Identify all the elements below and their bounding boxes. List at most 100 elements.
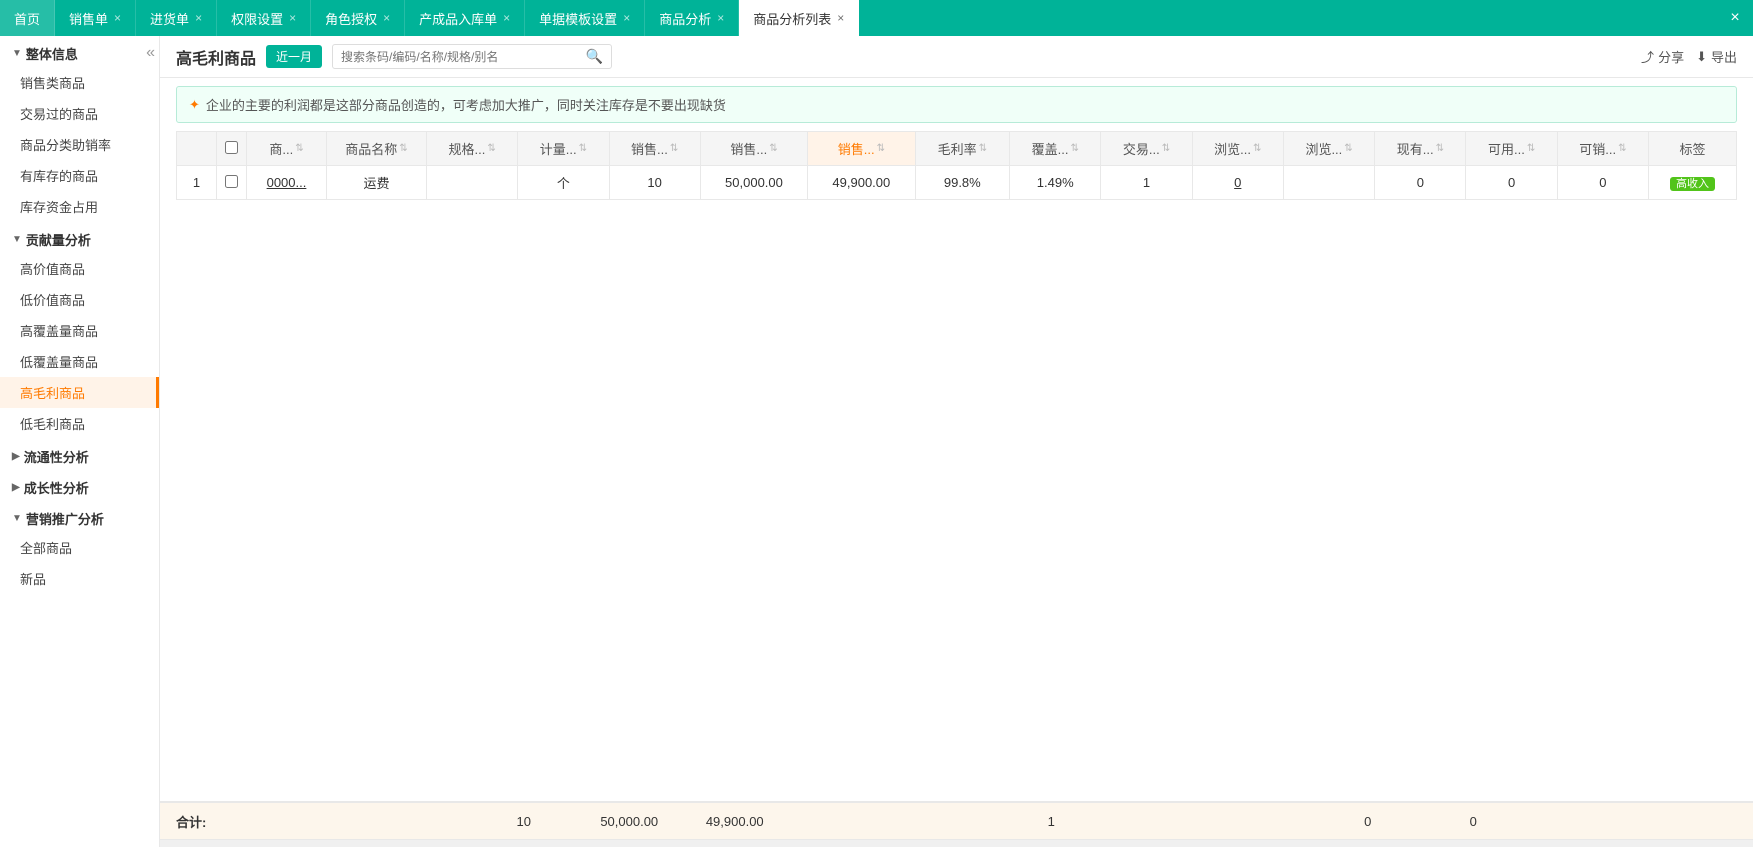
- footer-sales3: 49,900.00: [682, 814, 788, 829]
- sidebar-item-all-goods[interactable]: 全部商品: [0, 532, 159, 563]
- sort-browse1-icon: ⇅: [1253, 143, 1261, 154]
- info-icon: ✦: [189, 97, 200, 113]
- footer-empty2: [295, 814, 354, 829]
- sidebar-group-contribution[interactable]: ▼ 贡献量分析: [0, 222, 159, 253]
- col-available-header[interactable]: 可用... ⇅: [1466, 132, 1557, 166]
- sidebar-item-category-rate[interactable]: 商品分类助销率: [0, 129, 159, 160]
- content-area: 高毛利商品 近一月 🔍 ⤴ 分享 ⬇ 导出 ✦ 企业的主要的利润都是这部分商品创…: [160, 36, 1753, 847]
- sidebar: « ▼ 整体信息 销售类商品 交易过的商品 商品分类助销率 有库存的商品 库存资…: [0, 36, 160, 847]
- content-header: 高毛利商品 近一月 🔍 ⤴ 分享 ⬇ 导出: [160, 36, 1753, 78]
- row-checkbox[interactable]: [225, 175, 238, 188]
- close-template-tab[interactable]: ×: [623, 11, 630, 25]
- sort-code-icon: ⇅: [295, 143, 303, 154]
- cell-checkbox[interactable]: [217, 166, 247, 200]
- close-analysis-list-tab[interactable]: ×: [837, 11, 844, 25]
- cell-code[interactable]: 0000...: [247, 166, 327, 200]
- col-spec-header[interactable]: 规格... ⇅: [426, 132, 517, 166]
- sidebar-item-low-coverage[interactable]: 低覆盖量商品: [0, 346, 159, 377]
- footer-current: 0: [1315, 814, 1421, 829]
- sidebar-group-marketing[interactable]: ▼ 营销推广分析: [0, 501, 159, 532]
- sidebar-item-stock-capital[interactable]: 库存资金占用: [0, 191, 159, 222]
- nav-item-purchase[interactable]: 进货单 ×: [136, 0, 217, 36]
- cell-sales3: 49,900.00: [808, 166, 915, 200]
- close-roles-tab[interactable]: ×: [383, 11, 390, 25]
- footer-empty9: [1526, 814, 1632, 829]
- sort-sellable-icon: ⇅: [1618, 143, 1626, 154]
- close-analysis-tab[interactable]: ×: [717, 11, 724, 25]
- col-checkbox-header[interactable]: [217, 132, 247, 166]
- share-button[interactable]: ⤴ 分享: [1641, 47, 1684, 66]
- main-layout: « ▼ 整体信息 销售类商品 交易过的商品 商品分类助销率 有库存的商品 库存资…: [0, 36, 1753, 847]
- sidebar-item-traded-goods[interactable]: 交易过的商品: [0, 98, 159, 129]
- footer-sales1: 10: [471, 814, 577, 829]
- time-filter-button[interactable]: 近一月: [266, 45, 322, 68]
- top-nav: 首页 销售单 × 进货单 × 权限设置 × 角色授权 × 产成品入库单 × 单据…: [0, 0, 1753, 36]
- select-all-checkbox[interactable]: [225, 141, 238, 154]
- sidebar-item-low-value[interactable]: 低价值商品: [0, 284, 159, 315]
- sidebar-item-sales-goods[interactable]: 销售类商品: [0, 67, 159, 98]
- liquidity-group-arrow: ▶: [12, 451, 20, 462]
- nav-item-sales[interactable]: 销售单 ×: [55, 0, 136, 36]
- col-coverage-header[interactable]: 覆盖... ⇅: [1010, 132, 1101, 166]
- nav-item-roles[interactable]: 角色授权 ×: [311, 0, 405, 36]
- nav-item-home[interactable]: 首页: [0, 0, 55, 36]
- col-unit-header[interactable]: 计量... ⇅: [518, 132, 609, 166]
- page-title: 高毛利商品: [176, 45, 256, 69]
- col-transactions-header[interactable]: 交易... ⇅: [1101, 132, 1192, 166]
- nav-item-analysis-list[interactable]: 商品分析列表 ×: [739, 0, 859, 36]
- sidebar-item-in-stock[interactable]: 有库存的商品: [0, 160, 159, 191]
- col-sales3-header[interactable]: 销售... ⇅: [808, 132, 915, 166]
- nav-item-analysis[interactable]: 商品分析 ×: [645, 0, 739, 36]
- sidebar-item-new-goods[interactable]: 新品: [0, 563, 159, 594]
- share-icon: ⤴: [1641, 47, 1654, 66]
- sidebar-item-high-value[interactable]: 高价值商品: [0, 253, 159, 284]
- col-sellable-header[interactable]: 可销... ⇅: [1557, 132, 1648, 166]
- nav-item-template[interactable]: 单据模板设置 ×: [525, 0, 645, 36]
- sidebar-collapse-button[interactable]: «: [146, 44, 155, 62]
- col-sales2-header[interactable]: 销售... ⇅: [700, 132, 807, 166]
- tag-high-income: 高收入: [1670, 177, 1715, 191]
- export-icon: ⬇: [1696, 49, 1707, 65]
- horizontal-scrollbar[interactable]: [160, 839, 1753, 847]
- search-input[interactable]: [341, 50, 586, 64]
- growth-group-arrow: ▶: [12, 482, 20, 493]
- overall-group-arrow: ▼: [12, 48, 22, 59]
- col-browse2-header[interactable]: 浏览... ⇅: [1283, 132, 1374, 166]
- info-banner: ✦ 企业的主要的利润都是这部分商品创造的，可考虑加大推广，同时关注库存是不要出现…: [176, 86, 1737, 123]
- footer-empty6: [893, 814, 999, 829]
- sidebar-item-high-margin[interactable]: 高毛利商品: [0, 377, 159, 408]
- sidebar-group-liquidity[interactable]: ▶ 流通性分析: [0, 439, 159, 470]
- col-name-header[interactable]: 商品名称 ⇅: [326, 132, 426, 166]
- sort-transactions-icon: ⇅: [1162, 143, 1170, 154]
- search-wrap: 🔍: [332, 44, 612, 69]
- close-permissions-tab[interactable]: ×: [289, 11, 296, 25]
- sidebar-item-low-margin[interactable]: 低毛利商品: [0, 408, 159, 439]
- sort-unit-icon: ⇅: [579, 143, 587, 154]
- close-sales-tab[interactable]: ×: [114, 11, 121, 25]
- sort-sales3-icon: ⇅: [877, 143, 885, 154]
- footer-transactions: 1: [999, 814, 1105, 829]
- col-current-header[interactable]: 现有... ⇅: [1375, 132, 1466, 166]
- sort-sales1-icon: ⇅: [670, 143, 678, 154]
- footer-available: 0: [1421, 814, 1527, 829]
- cell-browse2: [1283, 166, 1374, 200]
- export-button[interactable]: ⬇ 导出: [1696, 47, 1737, 66]
- close-all-tabs-button[interactable]: ×: [1717, 0, 1753, 36]
- col-gross-header[interactable]: 毛利率 ⇅: [915, 132, 1010, 166]
- sidebar-item-high-coverage[interactable]: 高覆盖量商品: [0, 315, 159, 346]
- cell-browse1[interactable]: 0: [1192, 166, 1283, 200]
- sidebar-group-growth[interactable]: ▶ 成长性分析: [0, 470, 159, 501]
- col-code-header[interactable]: 商... ⇅: [247, 132, 327, 166]
- data-table: 商... ⇅ 商品名称 ⇅ 规格...: [176, 131, 1737, 200]
- nav-item-product-warehouse[interactable]: 产成品入库单 ×: [405, 0, 525, 36]
- col-sales1-header[interactable]: 销售... ⇅: [609, 132, 700, 166]
- cell-current: 0: [1375, 166, 1466, 200]
- footer-empty8: [1210, 814, 1316, 829]
- search-icon[interactable]: 🔍: [586, 48, 603, 65]
- contribution-group-arrow: ▼: [12, 234, 22, 245]
- col-browse1-header[interactable]: 浏览... ⇅: [1192, 132, 1283, 166]
- sidebar-group-overall[interactable]: ▼ 整体信息: [0, 36, 159, 67]
- close-product-warehouse-tab[interactable]: ×: [503, 11, 510, 25]
- close-purchase-tab[interactable]: ×: [195, 11, 202, 25]
- nav-item-permissions[interactable]: 权限设置 ×: [217, 0, 311, 36]
